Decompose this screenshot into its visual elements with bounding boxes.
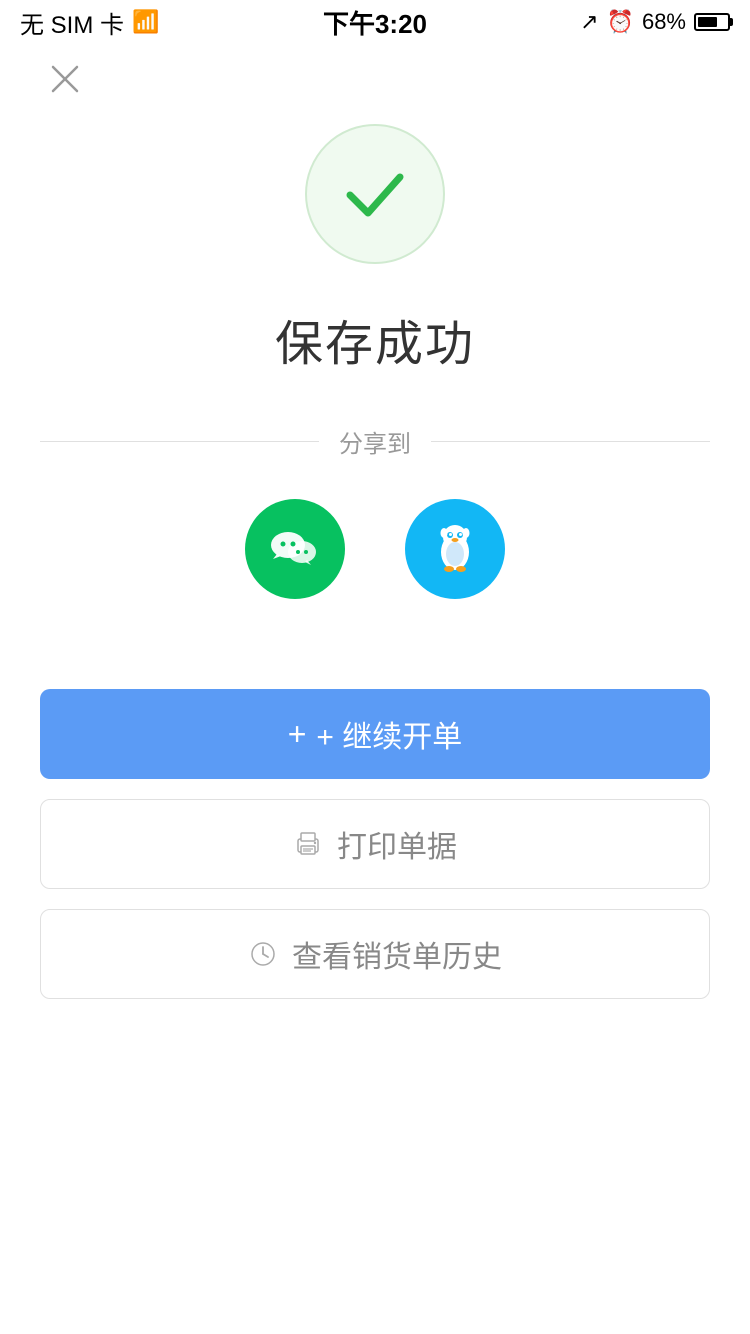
share-label: 分享到 — [339, 424, 411, 459]
close-icon — [51, 65, 79, 93]
plus-icon: + — [288, 716, 307, 753]
wechat-icon — [265, 519, 325, 579]
continue-button[interactable]: + + 继续开单 — [40, 689, 710, 779]
battery-percentage: 68% — [642, 9, 686, 35]
battery-indicator — [694, 13, 730, 31]
status-right: ↗ ⏰ 68% — [580, 9, 730, 35]
qq-icon — [425, 519, 485, 579]
print-label: 打印单据 — [337, 822, 457, 866]
location-icon: ↗ — [580, 9, 598, 35]
action-buttons: + + 继续开单 打印单据 查看销货单历史 — [0, 689, 750, 999]
print-button[interactable]: 打印单据 — [40, 799, 710, 889]
main-content: 保存成功 分享到 — [0, 44, 750, 999]
qq-share-button[interactable] — [405, 499, 505, 599]
continue-label: + 继续开单 — [316, 712, 462, 756]
printer-icon — [293, 829, 323, 859]
divider-line-right — [431, 441, 710, 442]
check-icon — [340, 159, 410, 229]
status-bar: 无 SIM 卡 📶 下午3:20 ↗ ⏰ 68% — [0, 0, 750, 44]
wechat-share-button[interactable] — [245, 499, 345, 599]
no-sim-label: 无 SIM 卡 — [20, 5, 124, 40]
battery-icon — [694, 13, 730, 31]
share-icons — [40, 499, 710, 599]
success-title: 保存成功 — [275, 304, 475, 374]
share-section: 分享到 — [0, 424, 750, 619]
divider-line-left — [40, 441, 319, 442]
history-label: 查看销货单历史 — [292, 932, 502, 976]
close-button[interactable] — [40, 54, 90, 104]
alarm-icon: ⏰ — [607, 9, 634, 35]
success-circle — [305, 124, 445, 264]
wifi-icon: 📶 — [132, 9, 159, 35]
share-divider: 分享到 — [40, 424, 710, 459]
clock-icon — [248, 939, 278, 969]
history-button[interactable]: 查看销货单历史 — [40, 909, 710, 999]
status-time: 下午3:20 — [323, 4, 427, 41]
status-left: 无 SIM 卡 📶 — [20, 5, 159, 40]
